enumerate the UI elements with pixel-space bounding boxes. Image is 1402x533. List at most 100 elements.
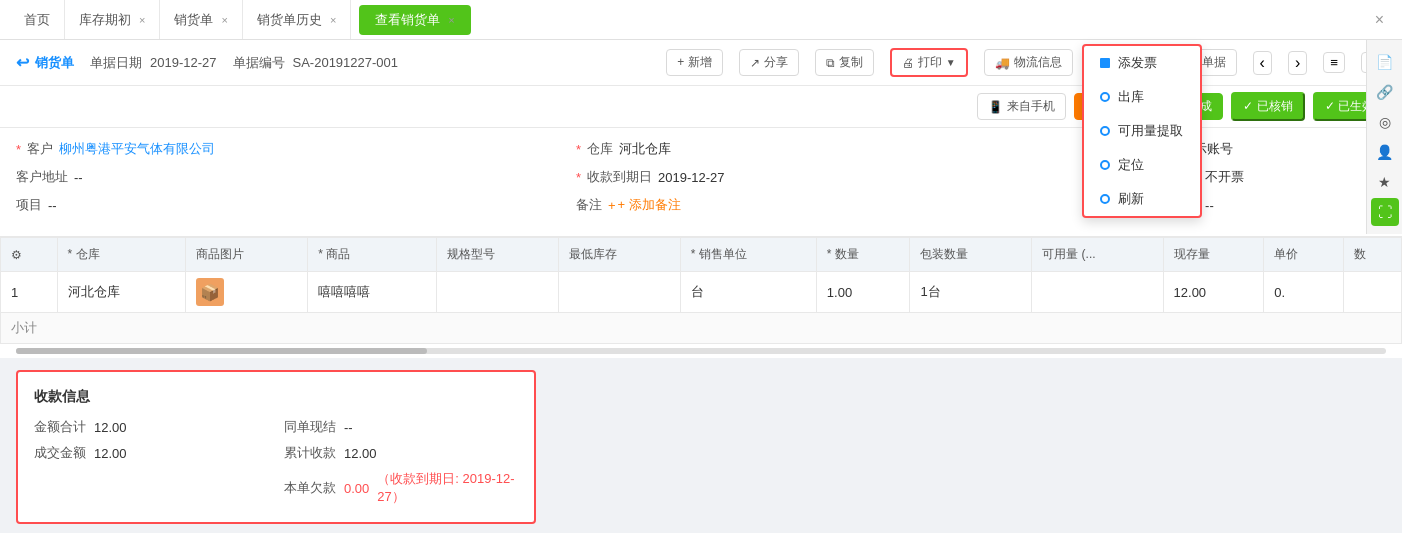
product-image: 📦 (196, 278, 224, 306)
table-container: ⚙ * 仓库 商品图片 * 商品 规格型号 最低库存 * 销售单位 * 数量 包… (0, 236, 1402, 358)
doc-header: ↩ 销货单 单据日期 2019-12-27 单据编号 SA-20191227-0… (0, 40, 1402, 86)
close-window-button[interactable]: × (1367, 11, 1392, 29)
sidebar-user-button[interactable]: 👤 (1371, 138, 1399, 166)
table-row: 1 河北仓库 📦 嘻嘻嘻嘻 台 1.00 1台 12.00 0. (1, 272, 1402, 313)
transaction-item: 成交金额 12.00 (34, 444, 268, 462)
phone-icon: 📱 (988, 100, 1003, 114)
payment-date-field: * 收款到期日 2019-12-27 (576, 168, 826, 186)
cumulative-item: 累计收款 12.00 (284, 444, 518, 462)
row-pack-qty: 1台 (910, 272, 1032, 313)
doc-type-label: 销货单 (35, 54, 74, 72)
number-value: SA-20191227-001 (293, 55, 399, 70)
share-icon: ↗ (750, 56, 760, 70)
row-quantity: 1.00 (816, 272, 910, 313)
nav-prev-button[interactable]: ‹ (1253, 51, 1272, 75)
logistics-button[interactable]: 🚚 物流信息 (984, 49, 1073, 76)
tab-inventory-init[interactable]: 库存期初 × (65, 0, 160, 39)
sidebar-star-button[interactable]: ★ (1371, 168, 1399, 196)
date-value: 2019-12-27 (150, 55, 217, 70)
current-owed-value: 0.00 (344, 481, 369, 496)
row-product: 嘻嘻嘻嘻 (308, 272, 437, 313)
same-order-item: 同单现结 -- (284, 418, 518, 436)
operations-dropdown: 添发票 出库 可用量提取 定位 刷新 (1082, 44, 1202, 218)
sidebar-doc-button[interactable]: 📄 (1371, 48, 1399, 76)
customer-field: * 客户 柳州粤港平安气体有限公司 (16, 140, 266, 158)
cumulative-label: 累计收款 (284, 444, 336, 462)
copy-button[interactable]: ⧉ 复制 (815, 49, 874, 76)
col-unit: * 销售单位 (680, 238, 816, 272)
new-button[interactable]: + 新增 (666, 49, 722, 76)
close-tab-sales-history[interactable]: × (330, 14, 336, 26)
add-note-button[interactable]: + + 添加备注 (608, 196, 681, 214)
close-tab-inventory-init[interactable]: × (139, 14, 145, 26)
warehouse-required: * (576, 142, 581, 157)
refresh-item[interactable]: 刷新 (1084, 182, 1200, 216)
nav-next-button[interactable]: › (1288, 51, 1307, 75)
from-phone-button[interactable]: 📱 来自手机 (977, 93, 1066, 120)
same-order-value: -- (344, 420, 353, 435)
col-warehouse: * 仓库 (57, 238, 186, 272)
col-settings[interactable]: ⚙ (1, 238, 58, 272)
cancelled-button[interactable]: ✓ 已核销 (1231, 92, 1304, 121)
subtotal-row: 小计 (1, 313, 1402, 344)
row-more (1343, 272, 1401, 313)
share-button[interactable]: ↗ 分享 (739, 49, 799, 76)
project-value: -- (48, 198, 57, 213)
product-table: ⚙ * 仓库 商品图片 * 商品 规格型号 最低库存 * 销售单位 * 数量 包… (0, 237, 1402, 344)
refresh-menu-icon (1100, 194, 1110, 204)
scroll-thumb (16, 348, 427, 354)
address-label: 客户地址 (16, 168, 68, 186)
row-num: 1 (1, 272, 58, 313)
doc-type-icon: ↩ (16, 53, 29, 72)
tab-view-sales-order[interactable]: 查看销货单 × (359, 5, 470, 35)
close-tab-view-sales-order[interactable]: × (448, 14, 454, 26)
warehouse-field: * 仓库 河北仓库 (576, 140, 826, 158)
outbound-item[interactable]: 出库 (1084, 80, 1200, 114)
date-label: 单据日期 (90, 54, 142, 72)
print-icon: 🖨 (902, 56, 914, 70)
payment-date-required: * (576, 170, 581, 185)
number-label: 单据编号 (233, 54, 285, 72)
col-available: 可用量 (... (1032, 238, 1163, 272)
outbound-icon (1100, 92, 1110, 102)
row-spec (437, 272, 559, 313)
row-warehouse: 河北仓库 (57, 272, 186, 313)
effective-icon: ✓ (1325, 99, 1335, 113)
warehouse-value: 河北仓库 (619, 140, 671, 158)
warehouse-label: 仓库 (587, 140, 613, 158)
sidebar-circle-button[interactable]: ◎ (1371, 108, 1399, 136)
address-field: 客户地址 -- (16, 168, 266, 186)
payment-title: 收款信息 (34, 388, 518, 406)
locate-item[interactable]: 定位 (1084, 148, 1200, 182)
col-image: 商品图片 (186, 238, 308, 272)
current-owed-item: 本单欠款 0.00 （收款到期日: 2019-12-27） (284, 470, 518, 506)
project-label: 项目 (16, 196, 42, 214)
horizontal-scrollbar[interactable] (16, 348, 1386, 354)
project-field: 项目 -- (16, 196, 266, 214)
row-price: 0. (1264, 272, 1343, 313)
view-list-button[interactable]: ≡ (1323, 52, 1345, 73)
close-tab-sales-order[interactable]: × (221, 14, 227, 26)
note-label: 备注 (576, 196, 602, 214)
cancelled-icon: ✓ (1243, 99, 1253, 113)
col-more: 数 (1343, 238, 1401, 272)
add-invoice-icon (1100, 58, 1110, 68)
total-amount-label: 金额合计 (34, 418, 86, 436)
col-min-stock: 最低库存 (559, 238, 681, 272)
payment-section: 收款信息 金额合计 12.00 同单现结 -- 成交金额 12.00 累计收款 … (16, 370, 536, 524)
print-dropdown-icon: ▼ (946, 57, 956, 68)
transaction-label: 成交金额 (34, 444, 86, 462)
row-min-stock (559, 272, 681, 313)
tab-sales-history[interactable]: 销货单历史 × (243, 0, 351, 39)
print-button[interactable]: 🖨 打印 ▼ (890, 48, 968, 77)
sidebar-link-button[interactable]: 🔗 (1371, 78, 1399, 106)
tab-sales-order[interactable]: 销货单 × (160, 0, 242, 39)
customer-label: 客户 (27, 140, 53, 158)
quantity-icon (1100, 126, 1110, 136)
transaction-value: 12.00 (94, 446, 127, 461)
customer-value[interactable]: 柳州粤港平安气体有限公司 (59, 140, 215, 158)
add-invoice-item[interactable]: 添发票 (1084, 46, 1200, 80)
sidebar-expand-button[interactable]: ⛶ (1371, 198, 1399, 226)
quantity-item[interactable]: 可用量提取 (1084, 114, 1200, 148)
tab-home[interactable]: 首页 (10, 0, 65, 39)
